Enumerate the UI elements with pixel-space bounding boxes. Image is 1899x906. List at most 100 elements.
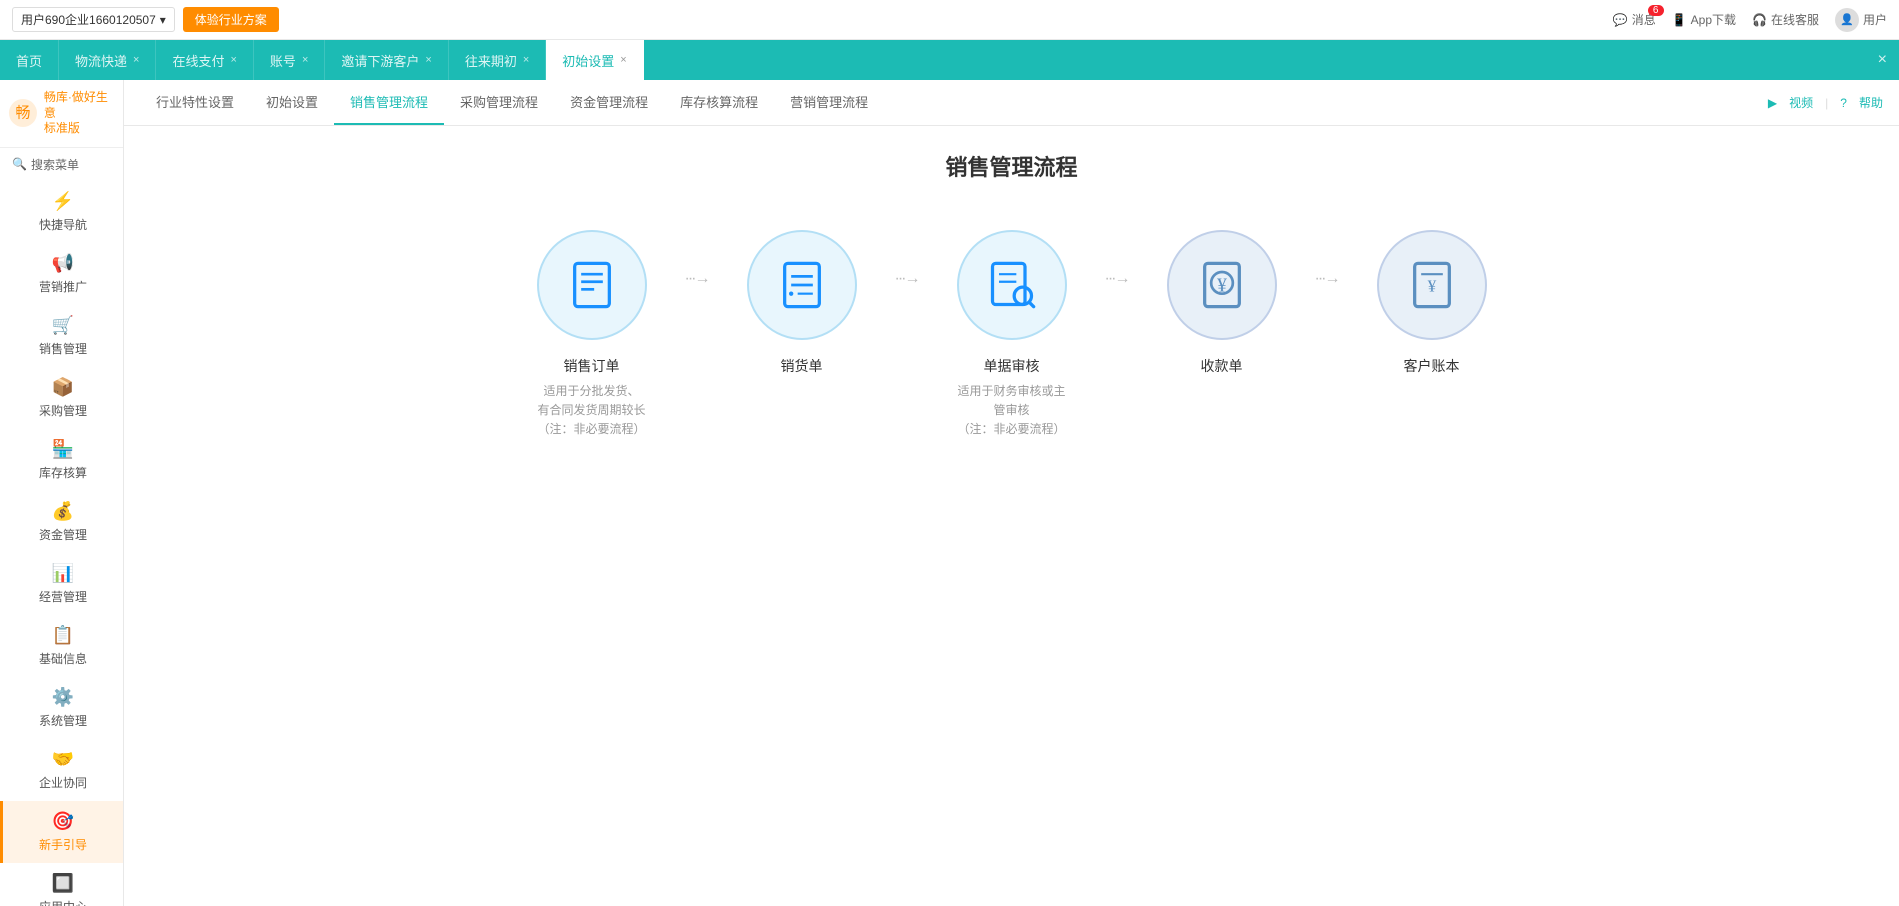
user-avatar-group[interactable]: 👤 用户 (1835, 8, 1887, 32)
tab-invite[interactable]: 邀请下游客户 × (325, 40, 448, 80)
flow-label-sales-bill: 销货单 (781, 356, 823, 376)
sidebar-label-app-center: 应用中心 (39, 898, 87, 906)
video-label[interactable]: 视频 (1789, 94, 1813, 111)
sidebar-icon-finance: 💰 (52, 501, 74, 522)
flow-label-receipt: 收款单 (1201, 356, 1243, 376)
sidebar-icon-enterprise: 🤝 (52, 749, 74, 770)
service-label: 在线客服 (1771, 11, 1819, 28)
sub-tab-industry[interactable]: 行业特性设置 (140, 80, 250, 125)
flow-circle-sales-order (537, 230, 647, 340)
sub-tab-purchase-flow[interactable]: 采购管理流程 (444, 80, 554, 125)
tab-init-close[interactable]: × (620, 54, 626, 66)
sidebar-item-inventory[interactable]: 🏪 库存核算 (0, 429, 123, 491)
tab-account[interactable]: 账号 × (254, 40, 325, 80)
nav-close-all[interactable]: × (1866, 40, 1899, 80)
tab-home[interactable]: 首页 (0, 40, 59, 80)
sidebar-label-enterprise: 企业协同 (39, 774, 87, 791)
sub-tab-finance-flow[interactable]: 资金管理流程 (554, 80, 664, 125)
sidebar-item-basic[interactable]: 📋基础信息 (0, 615, 123, 677)
sidebar-icon-inventory: 🏪 (52, 439, 74, 460)
flow-item-sales-bill: 销货单 (722, 230, 882, 382)
logo-text: 畅库·做好生意 标准版 (44, 90, 115, 137)
help-icon: ? (1840, 96, 1847, 110)
flow-item-review: 单据审核 适用于财务审核或主管审核（注：非必要流程） (932, 230, 1092, 440)
flow-arrow-2: ···→ (1092, 230, 1142, 288)
tab-home-label: 首页 (16, 51, 42, 70)
main-layout: 畅 畅库·做好生意 标准版 🔍 搜索菜单 ⚡快捷导航 📢 营销推广 🛒销售管理 📦 采购管… (0, 80, 1899, 906)
flow-label-review: 单据审核 (984, 356, 1040, 376)
app-icon: 📱 (1672, 13, 1687, 27)
flow-content: 销售管理流程 销售订单 适用于分批发货、有合同发货周期较长（注：非必要流程） ·… (124, 126, 1899, 906)
sidebar-item-enterprise[interactable]: 🤝 企业协同 (0, 739, 123, 801)
tab-init[interactable]: 初始设置 × (546, 40, 643, 80)
sidebar-label-finance: 资金管理 (39, 526, 87, 543)
sidebar-icon-purchase: 📦 (52, 377, 74, 398)
sidebar-item-app-center[interactable]: 🔲应用中心 (0, 863, 123, 906)
svg-text:¥: ¥ (1427, 277, 1436, 296)
help-label[interactable]: 帮助 (1859, 94, 1883, 111)
flow-circle-receipt: ¥ (1167, 230, 1277, 340)
user-avatar-label: 用户 (1863, 11, 1887, 28)
sidebar-icon-guide: 🎯 (52, 811, 74, 832)
sidebar-icon-basic: 📋 (52, 625, 74, 646)
sidebar-label-operations: 经营管理 (39, 588, 87, 605)
flow-item-customer-ledger: ¥ 客户账本 (1352, 230, 1512, 382)
sub-tab-marketing-flow[interactable]: 营销管理流程 (774, 80, 884, 125)
sidebar-item-system[interactable]: ⚙️系统管理 (0, 677, 123, 739)
tab-account-close[interactable]: × (302, 54, 308, 66)
sidebar-item-marketing[interactable]: 📢 营销推广 (0, 243, 123, 305)
tab-payment[interactable]: 在线支付 × (156, 40, 253, 80)
tab-payment-close[interactable]: × (230, 54, 236, 66)
sidebar-item-quick-nav[interactable]: ⚡快捷导航 (0, 181, 123, 243)
sidebar-label-guide: 新手引导 (39, 836, 87, 853)
sidebar-label-quick-nav: 快捷导航 (39, 216, 87, 233)
flow-item-sales-order: 销售订单 适用于分批发货、有合同发货周期较长（注：非必要流程） (512, 230, 672, 440)
tab-logistics-label: 物流快递 (75, 51, 127, 70)
user-label: 用户690企业1660120507 (21, 11, 156, 28)
flow-desc-sales-order: 适用于分批发货、有合同发货周期较长（注：非必要流程） (537, 382, 645, 440)
sidebar-icon-marketing: 📢 (52, 253, 74, 274)
sidebar-label-marketing: 营销推广 (39, 278, 87, 295)
user-select[interactable]: 用户690企业1660120507 ▾ (12, 7, 175, 32)
message-icon: 💬 (1613, 13, 1628, 27)
tab-logistics-close[interactable]: × (133, 54, 139, 66)
sidebar-items: ⚡快捷导航 📢 营销推广 🛒销售管理 📦 采购管理 🏪 库存核算 💰 资金管理 📊 经营管理 📋基础信息… (0, 181, 123, 906)
sidebar-logo: 畅 畅库·做好生意 标准版 (0, 80, 123, 148)
tab-period[interactable]: 往来期初 × (449, 40, 546, 80)
sidebar-item-finance[interactable]: 💰 资金管理 (0, 491, 123, 553)
sidebar-item-guide[interactable]: 🎯 新手引导 (0, 801, 123, 863)
tab-invite-close[interactable]: × (425, 54, 431, 66)
search-menu[interactable]: 🔍 搜索菜单 (0, 148, 123, 181)
tab-period-close[interactable]: × (523, 54, 529, 66)
trial-button[interactable]: 体验行业方案 (183, 7, 279, 32)
sidebar-icon-operations: 📊 (52, 563, 74, 584)
sub-tab-sales-flow[interactable]: 销售管理流程 (334, 80, 444, 125)
sub-tab-inventory-flow[interactable]: 库存核算流程 (664, 80, 774, 125)
app-download-group[interactable]: 📱 App下载 (1672, 11, 1736, 28)
sidebar-item-purchase[interactable]: 📦 采购管理 (0, 367, 123, 429)
sidebar: 畅 畅库·做好生意 标准版 🔍 搜索菜单 ⚡快捷导航 📢 营销推广 🛒销售管理 📦 采购管… (0, 80, 124, 906)
logo-line2: 标准版 (44, 121, 115, 137)
message-group[interactable]: 💬 消息 6 (1613, 11, 1656, 28)
top-bar-right: 💬 消息 6 📱 App下载 🎧 在线客服 👤 用户 (1613, 8, 1887, 32)
tab-invite-label: 邀请下游客户 (341, 51, 419, 70)
tab-period-label: 往来期初 (465, 51, 517, 70)
content-area: 行业特性设置初始设置销售管理流程采购管理流程资金管理流程库存核算流程营销管理流程… (124, 80, 1899, 906)
flow-item-receipt: ¥ 收款单 (1142, 230, 1302, 382)
flow-title: 销售管理流程 (945, 150, 1077, 182)
nav-tabs: 首页 物流快递 × 在线支付 × 账号 × 邀请下游客户 × 往来期初 × 初始… (0, 40, 1899, 80)
tab-payment-label: 在线支付 (172, 51, 224, 70)
tab-logistics[interactable]: 物流快递 × (59, 40, 156, 80)
sidebar-item-sales[interactable]: 🛒销售管理 (0, 305, 123, 367)
tab-account-label: 账号 (270, 51, 296, 70)
flow-label-sales-order: 销售订单 (564, 356, 620, 376)
sidebar-label-system: 系统管理 (39, 712, 87, 729)
sidebar-item-operations[interactable]: 📊 经营管理 (0, 553, 123, 615)
sub-tab-init-set[interactable]: 初始设置 (250, 80, 334, 125)
sidebar-label-inventory: 库存核算 (39, 464, 87, 481)
sidebar-icon-sales: 🛒 (52, 315, 74, 336)
sidebar-label-purchase: 采购管理 (39, 402, 87, 419)
flow-circle-sales-bill (747, 230, 857, 340)
service-group[interactable]: 🎧 在线客服 (1752, 11, 1819, 28)
flow-circle-customer-ledger: ¥ (1377, 230, 1487, 340)
